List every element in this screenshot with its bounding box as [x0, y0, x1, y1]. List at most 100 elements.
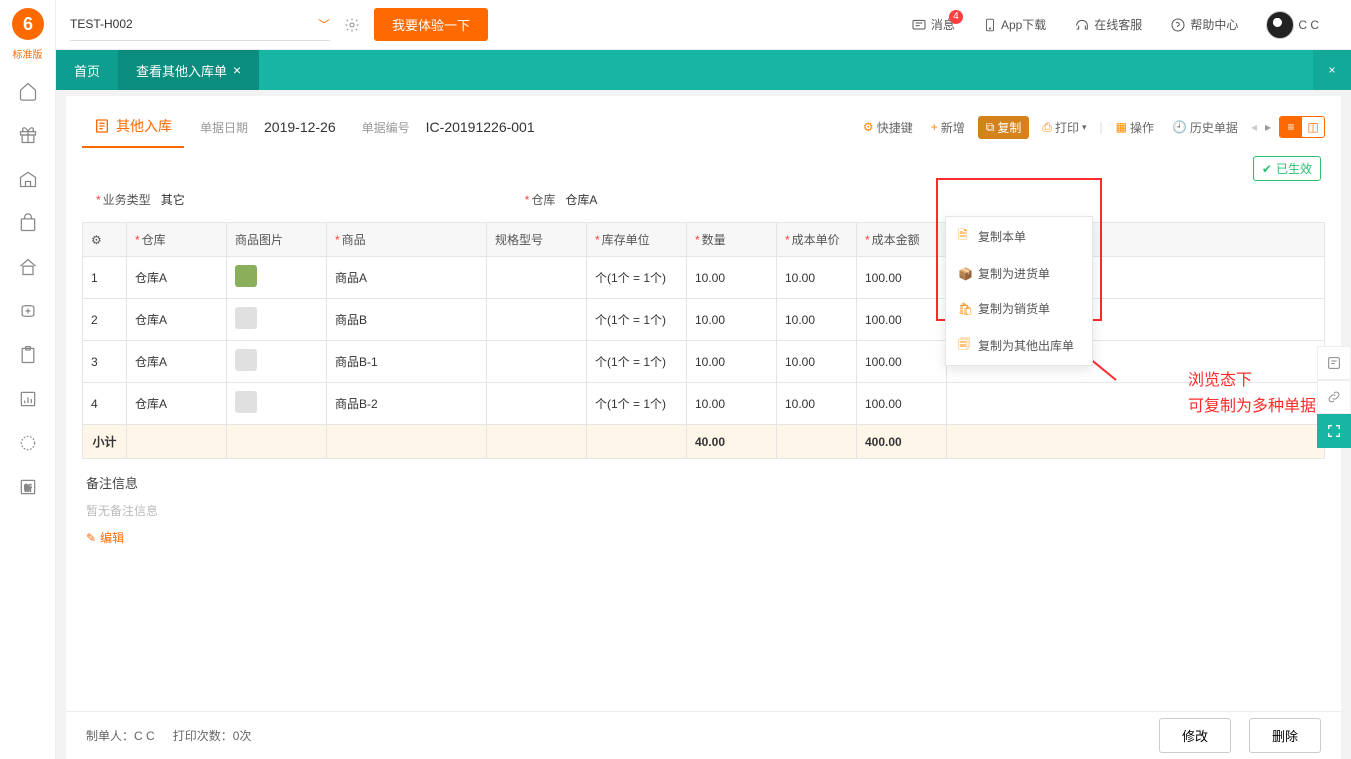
- message-button[interactable]: 消息 4: [911, 16, 955, 33]
- org-selector[interactable]: TEST-H002 ﹀: [70, 9, 330, 41]
- copy-dropdown: 🗎复制本单 📦复制为进货单 🛍复制为销货单 🗐复制为其他出库单: [945, 216, 1093, 366]
- question-icon: [1170, 17, 1186, 33]
- right-tools: [1317, 346, 1351, 448]
- table-row[interactable]: 2仓库A商品B个(1个 = 1个)10.0010.00100.00: [83, 299, 1325, 341]
- doc-icon: [94, 118, 110, 134]
- gear-icon: ⚙: [863, 120, 874, 134]
- next-icon[interactable]: ▸: [1265, 120, 1271, 134]
- doc-no-value: IC-20191226-001: [426, 119, 535, 135]
- print-button[interactable]: ⎙打印▾: [1037, 116, 1091, 139]
- chevron-down-icon: ﹀: [318, 16, 330, 33]
- items-table: ⚙ *仓库 商品图片 *商品 规格型号 *库存单位 *数量 *成本单价 *成本金…: [82, 222, 1325, 459]
- biz-type-label: *业务类型: [96, 191, 151, 208]
- operate-button[interactable]: ▦操作: [1111, 116, 1159, 139]
- biz-type-value: 其它: [161, 191, 185, 208]
- panel-header: 其他入库 单据日期 2019-12-26 单据编号 IC-20191226-00…: [66, 96, 1341, 148]
- left-sidebar: 6 标准版 新: [0, 0, 56, 759]
- card-view-button[interactable]: ◫: [1302, 117, 1324, 137]
- nav-new-icon[interactable]: 新: [16, 475, 40, 499]
- product-thumb: [235, 307, 257, 329]
- footer-bar: 制单人：C C 打印次数：0次 修改 删除: [66, 711, 1341, 759]
- close-icon[interactable]: ×: [233, 62, 241, 78]
- doc-type-tab[interactable]: 其他入库: [82, 106, 184, 148]
- table-row[interactable]: 3仓库A商品B-1个(1个 = 1个)10.0010.00100.00: [83, 341, 1325, 383]
- remarks-section: 备注信息 暂无备注信息 ✎编辑: [66, 459, 1341, 560]
- user-menu[interactable]: C C: [1266, 11, 1319, 39]
- chevron-down-icon: ▾: [1082, 122, 1087, 133]
- warehouse-value: 仓库A: [565, 191, 597, 208]
- status-badge: ✔已生效: [1253, 156, 1321, 181]
- message-icon: [911, 17, 927, 33]
- product-thumb: [235, 391, 257, 413]
- logo-icon: 6: [10, 6, 46, 42]
- prev-icon[interactable]: ◂: [1251, 120, 1257, 134]
- creator-info: 制单人：C C: [86, 727, 155, 744]
- dropdown-copy-sales[interactable]: 🛍复制为销货单: [946, 291, 1092, 326]
- nav-building-icon[interactable]: [16, 255, 40, 279]
- nav-bag-icon[interactable]: [16, 211, 40, 235]
- print-count-info: 打印次数：0次: [173, 727, 252, 744]
- remarks-title: 备注信息: [86, 473, 1321, 492]
- grid-icon: ▦: [1116, 120, 1127, 134]
- doc-date-label: 单据日期: [200, 119, 248, 136]
- product-thumb: [235, 265, 257, 287]
- table-row[interactable]: 4仓库A商品B-2个(1个 = 1个)10.0010.00100.00: [83, 383, 1325, 425]
- cart-icon: 🛍: [958, 302, 972, 316]
- online-service-button[interactable]: 在线客服: [1074, 16, 1142, 33]
- doc-date-value: 2019-12-26: [264, 119, 336, 135]
- dropdown-copy-other-out[interactable]: 🗐复制为其他出库单: [946, 326, 1092, 365]
- nav-report-icon[interactable]: [16, 387, 40, 411]
- nav-cycle-icon[interactable]: [16, 431, 40, 455]
- remarks-empty: 暂无备注信息: [86, 502, 1321, 519]
- trial-button[interactable]: 我要体验一下: [374, 8, 488, 41]
- table-row[interactable]: 1仓库A商品A个(1个 = 1个)10.0010.00100.00: [83, 257, 1325, 299]
- doc-icon: 🗎: [958, 226, 972, 247]
- app-download-button[interactable]: App下载: [983, 16, 1046, 33]
- nav-home-icon[interactable]: [16, 79, 40, 103]
- nav-clipboard-icon[interactable]: [16, 343, 40, 367]
- dropdown-copy-this[interactable]: 🗎复制本单: [946, 217, 1092, 256]
- shortcut-button[interactable]: ⚙快捷键: [858, 116, 918, 139]
- row-settings-header[interactable]: ⚙: [83, 223, 127, 257]
- delete-button[interactable]: 删除: [1249, 718, 1321, 753]
- copy-icon: ⧉: [986, 120, 995, 135]
- edition-label: 标准版: [13, 46, 43, 61]
- tool-expand-icon[interactable]: [1317, 414, 1351, 448]
- box-icon: 📦: [958, 267, 972, 281]
- svg-text:新: 新: [24, 482, 32, 492]
- print-icon: ⎙: [1042, 120, 1052, 135]
- doc-no-label: 单据编号: [362, 119, 410, 136]
- edit-icon: ✎: [86, 531, 96, 545]
- tab-view-other-in[interactable]: 查看其他入库单 ×: [118, 50, 259, 90]
- history-button[interactable]: 🕘历史单据: [1167, 116, 1243, 139]
- dropdown-copy-purchase[interactable]: 📦复制为进货单: [946, 256, 1092, 291]
- check-icon: ✔: [1262, 162, 1272, 176]
- tabbar-close-button[interactable]: ×: [1313, 50, 1351, 90]
- copy-button[interactable]: ⧉复制: [978, 116, 1030, 139]
- subtotal-row: 小计40.00400.00: [83, 425, 1325, 459]
- gear-icon[interactable]: [340, 13, 364, 37]
- list-view-button[interactable]: ≡: [1280, 117, 1302, 137]
- tool-link-icon[interactable]: [1317, 380, 1351, 414]
- warehouse-label: *仓库: [525, 191, 556, 208]
- svg-text:6: 6: [22, 14, 32, 34]
- headset-icon: [1074, 17, 1090, 33]
- form-row: *业务类型 其它 *仓库 仓库A: [66, 181, 1341, 222]
- message-badge: 4: [949, 10, 963, 24]
- history-icon: 🕘: [1172, 120, 1187, 134]
- tab-home[interactable]: 首页: [56, 50, 118, 90]
- nav-gift-icon[interactable]: [16, 123, 40, 147]
- help-center-button[interactable]: 帮助中心: [1170, 16, 1238, 33]
- top-header: TEST-H002 ﹀ 我要体验一下 消息 4 App下载 在线客服 帮助中心: [56, 0, 1351, 50]
- out-icon: 🗐: [958, 335, 972, 356]
- tool-note-icon[interactable]: [1317, 346, 1351, 380]
- nav-warehouse-icon[interactable]: [16, 167, 40, 191]
- product-thumb: [235, 349, 257, 371]
- modify-button[interactable]: 修改: [1159, 718, 1231, 753]
- edit-remarks-button[interactable]: ✎编辑: [86, 529, 1321, 546]
- phone-icon: [983, 17, 997, 33]
- new-button[interactable]: +新增: [926, 116, 970, 139]
- view-toggle: ≡ ◫: [1279, 116, 1325, 138]
- org-name: TEST-H002: [70, 17, 133, 31]
- nav-money-icon[interactable]: [16, 299, 40, 323]
